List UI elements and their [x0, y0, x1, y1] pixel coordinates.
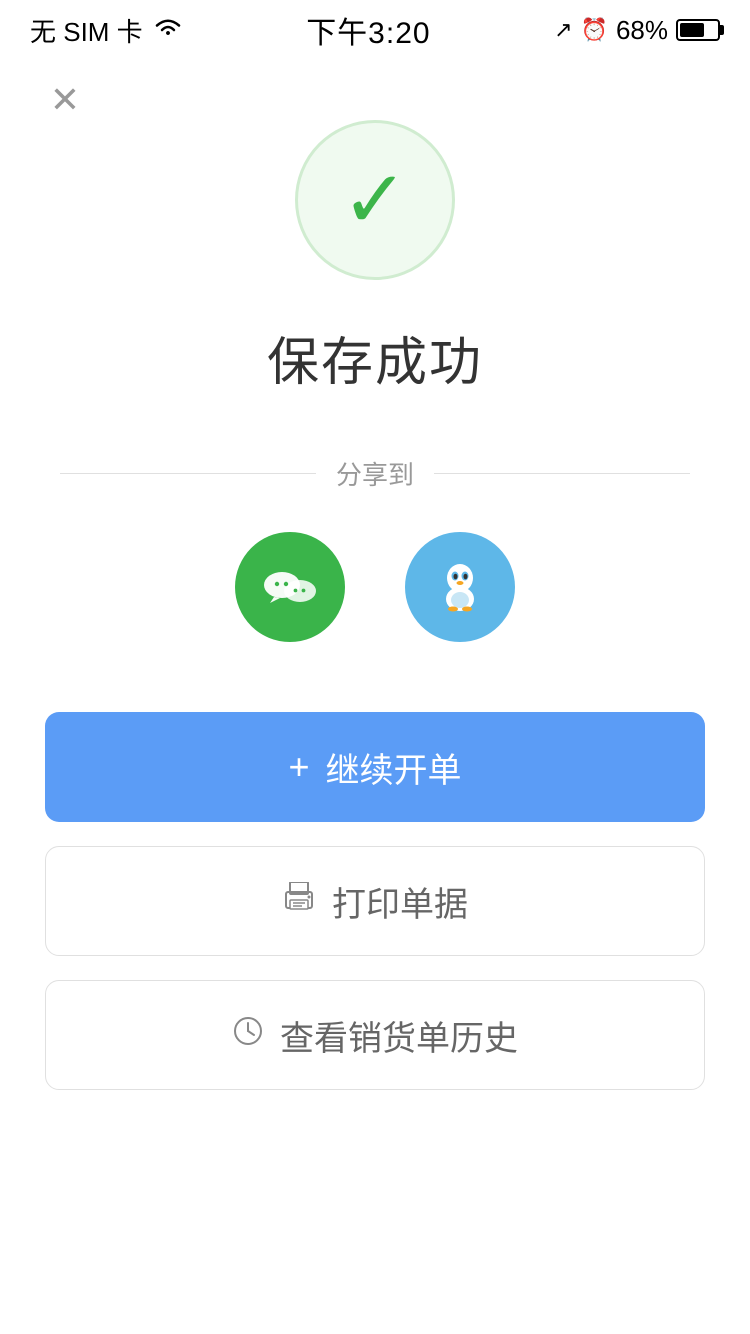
- share-label: 分享到: [316, 455, 434, 492]
- close-button[interactable]: ✕: [40, 75, 90, 125]
- continue-order-icon: +: [288, 746, 309, 788]
- status-bar: 无 SIM 卡 下午3:20 ↗ ⏰ 68%: [0, 0, 750, 60]
- status-right: ↗ ⏰ 68%: [554, 15, 720, 46]
- checkmark-icon: ✓: [341, 160, 408, 240]
- share-section-divider: 分享到: [0, 455, 750, 492]
- print-icon: [282, 882, 316, 920]
- qq-icon: [429, 556, 491, 618]
- alarm-icon: ⏰: [581, 17, 608, 43]
- no-sim-text: 无 SIM 卡: [30, 12, 143, 49]
- action-buttons-section: + 继续开单 打印单据: [0, 712, 750, 1090]
- wifi-icon: [153, 15, 183, 46]
- battery-percent: 68%: [616, 15, 668, 46]
- battery-icon: [676, 19, 720, 41]
- continue-order-button[interactable]: + 继续开单: [45, 712, 705, 822]
- print-label: 打印单据: [332, 877, 468, 926]
- divider-left: [60, 473, 316, 474]
- share-icons-row: [235, 532, 515, 642]
- print-button[interactable]: 打印单据: [45, 846, 705, 956]
- divider-right: [434, 473, 690, 474]
- status-time: 下午3:20: [306, 8, 430, 52]
- close-icon: ✕: [50, 79, 80, 121]
- continue-order-label: 继续开单: [326, 743, 462, 792]
- location-icon: ↗: [554, 17, 572, 43]
- wechat-icon: [258, 555, 323, 620]
- success-indicator: ✓: [295, 120, 455, 280]
- main-content: ✓ 保存成功 分享到: [0, 60, 750, 1090]
- qq-share-button[interactable]: [405, 532, 515, 642]
- wechat-share-button[interactable]: [235, 532, 345, 642]
- status-left: 无 SIM 卡: [30, 12, 183, 49]
- history-button[interactable]: 查看销货单历史: [45, 980, 705, 1090]
- success-title: 保存成功: [267, 320, 483, 395]
- history-label: 查看销货单历史: [280, 1011, 518, 1060]
- history-icon: [232, 1015, 264, 1055]
